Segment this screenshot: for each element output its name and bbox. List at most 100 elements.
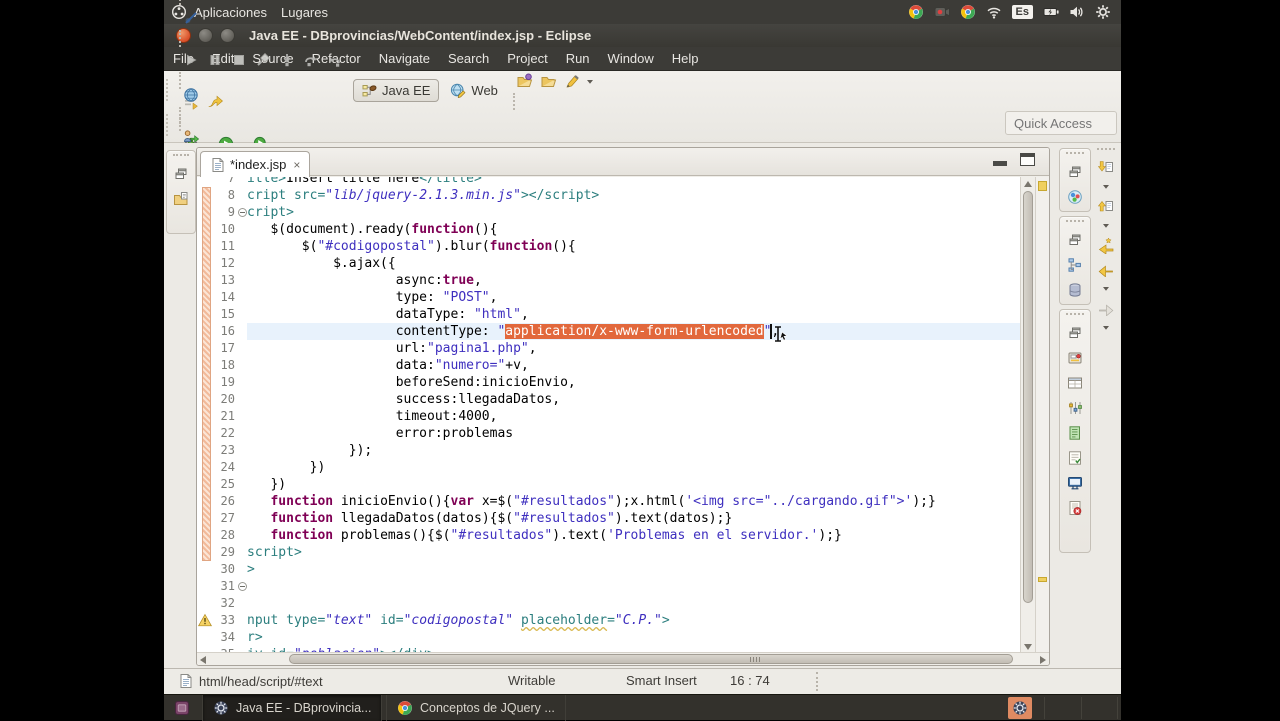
gear-icon[interactable] xyxy=(1095,4,1111,20)
import-wizard-button[interactable] xyxy=(513,69,537,93)
taskbar-item-2[interactable]: Conceptos de JQuery ... xyxy=(386,695,566,721)
code-line-31[interactable]: 31 xyxy=(197,578,1049,595)
code-line-32[interactable]: 32 xyxy=(197,595,1049,612)
nav-drag-handle[interactable] xyxy=(1097,148,1115,150)
code-editor[interactable]: 7itle>Insert title here</title>8cript sr… xyxy=(197,177,1049,654)
servers-view-icon[interactable] xyxy=(1067,350,1083,366)
code-line-20[interactable]: 20 success:llegadaDatos, xyxy=(197,391,1049,408)
code-line-24[interactable]: 24 }) xyxy=(197,459,1049,476)
code-line-13[interactable]: 13 async:true, xyxy=(197,272,1049,289)
caret-down-icon[interactable] xyxy=(1102,284,1110,293)
tab-close-icon[interactable]: × xyxy=(293,158,300,172)
menu-navigate[interactable]: Navigate xyxy=(370,48,439,69)
keyboard-layout-indicator[interactable]: Es xyxy=(1012,5,1033,19)
fold-collapse-icon[interactable] xyxy=(238,208,247,217)
properties-view-icon[interactable] xyxy=(1067,375,1083,391)
volume-icon[interactable] xyxy=(1069,4,1085,20)
code-line-23[interactable]: 23 }); xyxy=(197,442,1049,459)
prev-annotation-icon[interactable] xyxy=(1098,198,1114,214)
outline-view-icon[interactable] xyxy=(1067,400,1083,416)
pause-button[interactable] xyxy=(203,48,227,72)
back-icon[interactable] xyxy=(1098,261,1114,277)
code-line-10[interactable]: 10 $(document).ready(function(){ xyxy=(197,221,1049,238)
editor-tab-indexjsp[interactable]: *index.jsp × xyxy=(200,151,310,177)
code-line-26[interactable]: 26 function inicioEnvio(){var x=$("#resu… xyxy=(197,493,1049,510)
perspective-javaee[interactable]: Java EE xyxy=(353,79,439,102)
code-line-34[interactable]: 34r> xyxy=(197,629,1049,646)
console-view-icon[interactable] xyxy=(1067,475,1083,491)
project-explorer-tree-icon[interactable] xyxy=(1067,257,1083,273)
highlighter-button[interactable] xyxy=(561,69,585,93)
scroll-right-arrow-icon[interactable] xyxy=(1040,656,1046,664)
project-explorer-icon[interactable] xyxy=(173,191,189,207)
battery-icon[interactable] xyxy=(1043,4,1059,20)
taskbar-item-1[interactable]: Java EE - DBprovincia... xyxy=(202,695,382,721)
resume-button[interactable] xyxy=(179,48,203,72)
code-line-11[interactable]: 11 $("#codigopostal").blur(function(){ xyxy=(197,238,1049,255)
restore-icon[interactable] xyxy=(1067,232,1083,248)
code-line-17[interactable]: 17 url:"pagina1.php", xyxy=(197,340,1049,357)
maximize-editor-icon[interactable] xyxy=(1020,153,1035,166)
disconnect-button[interactable] xyxy=(251,48,275,72)
code-line-21[interactable]: 21 timeout:4000, xyxy=(197,408,1049,425)
scroll-down-arrow-icon[interactable] xyxy=(1024,644,1032,650)
fold-collapse-icon[interactable] xyxy=(238,582,247,591)
error-log-view-icon[interactable] xyxy=(1067,500,1083,516)
fastview-drag-handle[interactable] xyxy=(1066,152,1084,160)
code-line-33[interactable]: 33nput type="text" id="codigopostal" pla… xyxy=(197,612,1049,629)
restore-icon[interactable] xyxy=(1067,164,1083,180)
restore-icon[interactable] xyxy=(1067,325,1083,341)
data-source-icon[interactable] xyxy=(1067,282,1083,298)
vertical-scrollbar-thumb[interactable] xyxy=(1023,191,1033,603)
horizontal-scrollbar-thumb[interactable] xyxy=(289,654,1013,664)
minimize-editor-icon[interactable] xyxy=(993,156,1007,166)
wifi-icon[interactable] xyxy=(986,4,1002,20)
forward-icon[interactable] xyxy=(1098,300,1114,316)
step-over-button[interactable] xyxy=(299,48,323,72)
fastview-drag-handle[interactable] xyxy=(1066,313,1084,321)
chrome-icon[interactable] xyxy=(960,4,976,20)
code-line-27[interactable]: 27 function llegadaDatos(datos){$("#resu… xyxy=(197,510,1049,527)
code-line-12[interactable]: 12 $.ajax({ xyxy=(197,255,1049,272)
caret-down-icon[interactable] xyxy=(1102,323,1110,332)
caret-down-icon[interactable] xyxy=(1102,182,1110,191)
caret-down-icon[interactable] xyxy=(1102,221,1110,230)
palette-view-icon[interactable] xyxy=(1067,425,1083,441)
workspace-eclipse-icon[interactable] xyxy=(1008,697,1032,719)
code-line-18[interactable]: 18 data:"numero="+v, xyxy=(197,357,1049,374)
code-line-19[interactable]: 19 beforeSend:inicioEnvio, xyxy=(197,374,1049,391)
recorder-icon[interactable] xyxy=(934,4,950,20)
caret-down-button[interactable] xyxy=(585,69,596,93)
overview-ruler[interactable] xyxy=(1035,177,1049,654)
overview-annotation-mark[interactable] xyxy=(1038,577,1047,582)
menu-project[interactable]: Project xyxy=(498,48,556,69)
files-app-icon[interactable] xyxy=(168,697,196,719)
horizontal-scrollbar[interactable] xyxy=(197,652,1049,665)
code-line-29[interactable]: 29script> xyxy=(197,544,1049,561)
fastview-drag-handle[interactable] xyxy=(1066,220,1084,228)
skip-breakpoints-button[interactable] xyxy=(179,6,203,30)
menu-search[interactable]: Search xyxy=(439,48,498,69)
menu-help[interactable]: Help xyxy=(663,48,708,69)
vertical-scrollbar[interactable] xyxy=(1020,177,1035,654)
web-browser-view-icon[interactable] xyxy=(1067,189,1083,205)
restore-icon[interactable] xyxy=(173,166,189,182)
overview-header-mark[interactable] xyxy=(1038,181,1047,191)
scroll-left-arrow-icon[interactable] xyxy=(200,656,206,664)
tasks-view-icon[interactable] xyxy=(1067,450,1083,466)
code-line-25[interactable]: 25 }) xyxy=(197,476,1049,493)
scroll-up-arrow-icon[interactable] xyxy=(1024,181,1032,187)
stop-button[interactable] xyxy=(227,48,251,72)
perspective-web[interactable]: Web xyxy=(441,78,507,102)
code-line-28[interactable]: 28 function problemas(){$("#resultados")… xyxy=(197,527,1049,544)
code-line-14[interactable]: 14 type: "POST", xyxy=(197,289,1049,306)
next-annotation-icon[interactable] xyxy=(1098,159,1114,175)
code-line-30[interactable]: 30> xyxy=(197,561,1049,578)
code-line-9[interactable]: 9cript> xyxy=(197,204,1049,221)
code-line-7[interactable]: 7itle>Insert title here</title> xyxy=(197,177,1049,187)
step-into-button[interactable] xyxy=(275,48,299,72)
quick-access-input[interactable] xyxy=(1005,111,1117,135)
last-edit-location-icon[interactable] xyxy=(1098,237,1114,254)
code-line-8[interactable]: 8cript src="lib/jquery-2.1.3.min.js"></s… xyxy=(197,187,1049,204)
open-folder-button[interactable] xyxy=(537,69,561,93)
